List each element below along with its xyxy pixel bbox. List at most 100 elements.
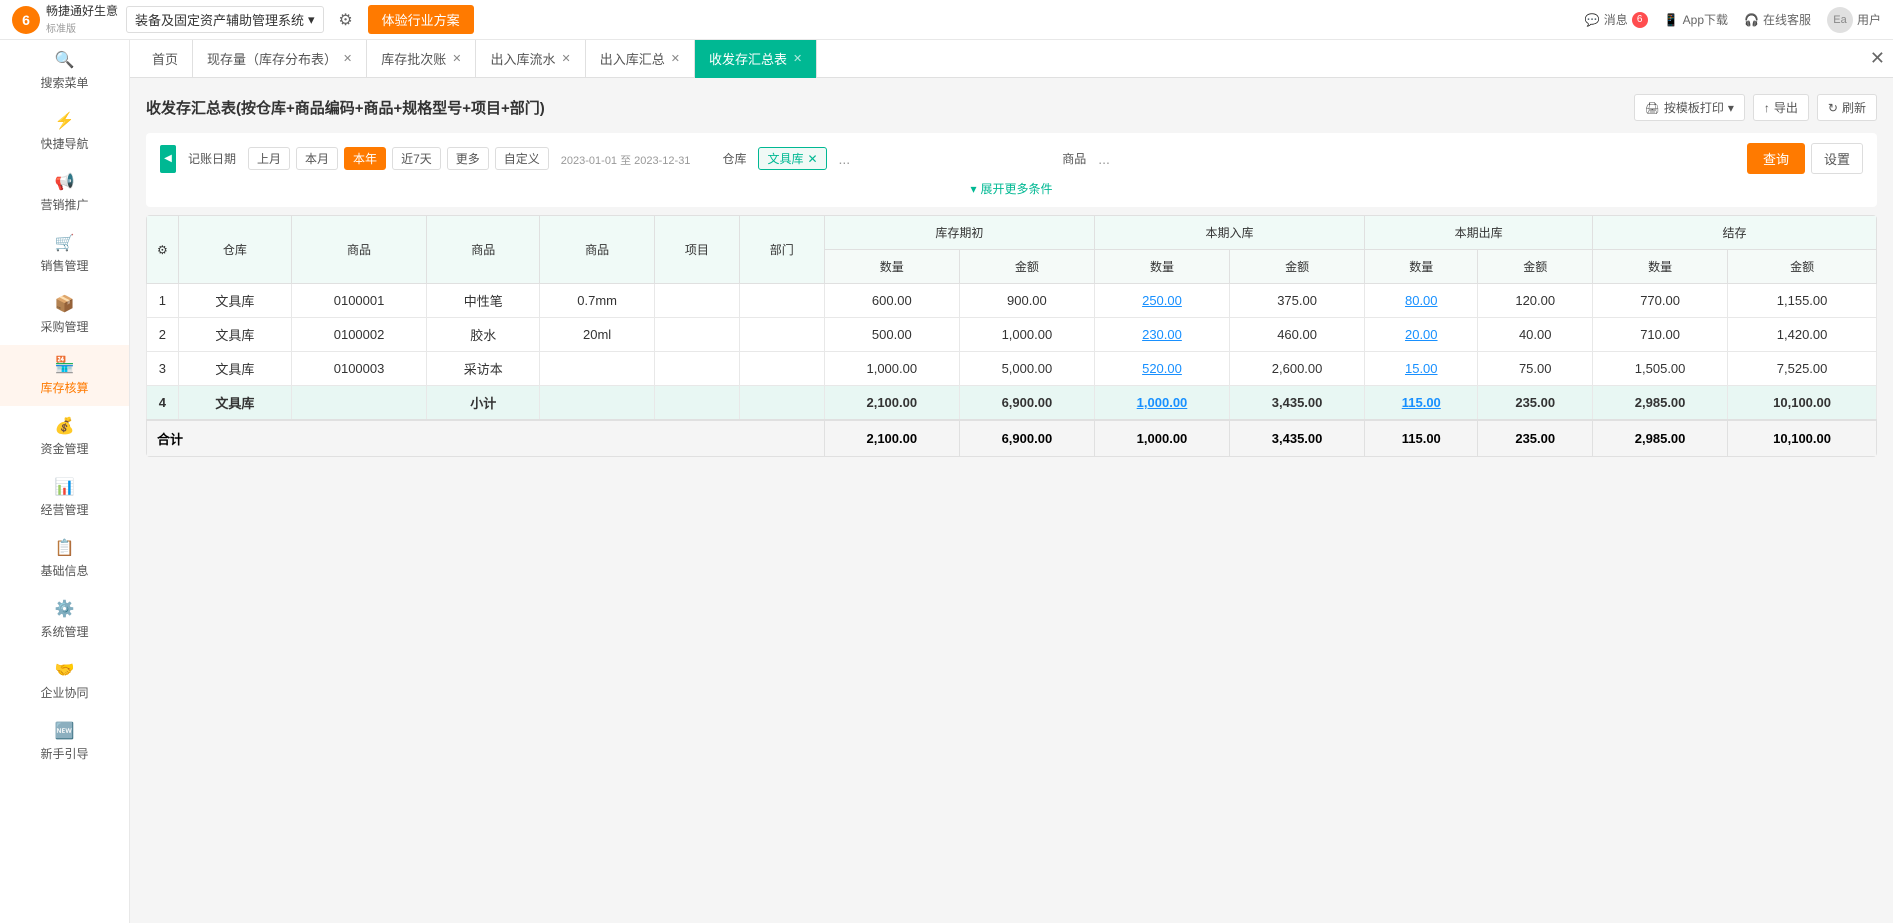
warehouse: 文具库 xyxy=(178,352,291,386)
close-qty: 1,505.00 xyxy=(1593,352,1728,386)
close-all-tabs[interactable]: ✕ xyxy=(1870,48,1885,69)
col-spec: 商品 xyxy=(540,216,655,284)
tab-close-recv[interactable]: ✕ xyxy=(793,52,802,65)
warehouse: 文具库 xyxy=(178,386,291,421)
sidebar-item-search[interactable]: 🔍 搜索菜单 xyxy=(0,40,129,101)
date-btn-custom[interactable]: 自定义 xyxy=(495,147,549,170)
date-btn-more[interactable]: 更多 xyxy=(447,147,489,170)
avatar: Ea xyxy=(1827,7,1853,33)
footer-open-qty: 2,100.00 xyxy=(824,420,959,457)
refresh-button[interactable]: ↻ 刷新 xyxy=(1817,94,1877,121)
col-group-open: 库存期初 xyxy=(824,216,1094,250)
seq: 4 xyxy=(147,386,179,421)
spec: 0.7mm xyxy=(540,284,655,318)
sidebar-item-enterprise[interactable]: 🤝 企业协同 xyxy=(0,650,129,711)
col-out-amt: 金额 xyxy=(1478,250,1593,284)
sidebar-item-quick[interactable]: ⚡ 快捷导航 xyxy=(0,101,129,162)
logo: 6 畅捷通好生意 标准版 xyxy=(12,4,118,35)
in-qty[interactable]: 1,000.00 xyxy=(1094,386,1229,421)
open-qty: 600.00 xyxy=(824,284,959,318)
sidebar-item-marketing[interactable]: 📢 营销推广 xyxy=(0,162,129,223)
out-qty[interactable]: 115.00 xyxy=(1365,386,1478,421)
warehouse-more-btn[interactable]: ... xyxy=(839,151,851,167)
phone-icon: 📱 xyxy=(1664,13,1679,27)
in-qty[interactable]: 230.00 xyxy=(1094,318,1229,352)
seq: 3 xyxy=(147,352,179,386)
date-btn-this-year[interactable]: 本年 xyxy=(344,147,386,170)
close-amt: 7,525.00 xyxy=(1728,352,1877,386)
tab-close-stock-dist[interactable]: ✕ xyxy=(343,52,352,65)
date-btn-this-month[interactable]: 本月 xyxy=(296,147,338,170)
export-button[interactable]: ↑ 导出 xyxy=(1753,94,1809,121)
quick-icon: ⚡ xyxy=(55,111,75,131)
search-button[interactable]: 查询 xyxy=(1747,143,1805,174)
footer-in-qty: 1,000.00 xyxy=(1094,420,1229,457)
user-menu[interactable]: Ea 用户 xyxy=(1827,7,1881,33)
in-qty[interactable]: 250.00 xyxy=(1094,284,1229,318)
sidebar-item-inventory[interactable]: 🏪 库存核算 xyxy=(0,345,129,406)
marketing-icon: 📢 xyxy=(55,172,75,192)
warehouse-tag[interactable]: 文具库 ✕ xyxy=(758,147,826,170)
expand-conditions-btn[interactable]: ▾ 展开更多条件 xyxy=(970,180,1052,197)
dept xyxy=(739,386,824,421)
tab-bar: 首页 现存量（库存分布表） ✕ 库存批次账 ✕ 出入库流水 ✕ 出入库汇总 ✕ xyxy=(130,40,1893,78)
code: 0100002 xyxy=(291,318,426,352)
in-amt: 460.00 xyxy=(1230,318,1365,352)
tab-stock-dist[interactable]: 现存量（库存分布表） ✕ xyxy=(193,40,367,78)
date-btn-last-month[interactable]: 上月 xyxy=(248,147,290,170)
open-qty: 2,100.00 xyxy=(824,386,959,421)
sidebar-item-purchase[interactable]: 📦 采购管理 xyxy=(0,284,129,345)
tab-recv-summary[interactable]: 收发存汇总表 ✕ xyxy=(695,40,817,78)
col-name: 商品 xyxy=(427,216,540,284)
page-title: 收发存汇总表(按仓库+商品编码+商品+规格型号+项目+部门) xyxy=(146,97,545,118)
warehouse-tag-remove[interactable]: ✕ xyxy=(807,152,817,166)
out-qty[interactable]: 20.00 xyxy=(1365,318,1478,352)
out-amt: 235.00 xyxy=(1478,386,1593,421)
in-amt: 375.00 xyxy=(1230,284,1365,318)
product-more-btn[interactable]: ... xyxy=(1098,151,1110,167)
system-name[interactable]: 装备及固定资产辅助管理系统 ▾ xyxy=(126,6,324,33)
collapse-filter-btn[interactable]: ◀ xyxy=(160,145,176,173)
trial-button[interactable]: 体验行业方案 xyxy=(368,5,474,34)
sidebar-item-system[interactable]: ⚙️ 系统管理 xyxy=(0,589,129,650)
out-qty[interactable]: 15.00 xyxy=(1365,352,1478,386)
col-dept: 部门 xyxy=(739,216,824,284)
settings-icon[interactable]: ⚙ xyxy=(332,6,360,34)
dept xyxy=(739,352,824,386)
table-row: 3文具库0100003采访本1,000.005,000.00520.002,60… xyxy=(147,352,1877,386)
print-button[interactable]: 🖨 按模板打印 ▾ xyxy=(1634,94,1745,121)
sidebar-item-finance[interactable]: 💰 资金管理 xyxy=(0,406,129,467)
in-qty[interactable]: 520.00 xyxy=(1094,352,1229,386)
online-service-btn[interactable]: 🎧 在线客服 xyxy=(1744,11,1811,28)
tab-close-batch[interactable]: ✕ xyxy=(452,52,461,65)
col-close-qty: 数量 xyxy=(1593,250,1728,284)
search-icon: 🔍 xyxy=(55,50,75,70)
tab-close-summary[interactable]: ✕ xyxy=(671,52,680,65)
sidebar-item-sales[interactable]: 🛒 销售管理 xyxy=(0,223,129,284)
sidebar-item-business[interactable]: 📊 经营管理 xyxy=(0,467,129,528)
date-btn-7days[interactable]: 近7天 xyxy=(392,147,441,170)
tab-close-flow[interactable]: ✕ xyxy=(562,52,571,65)
tab-flow[interactable]: 出入库流水 ✕ xyxy=(476,40,585,78)
logo-text: 畅捷通好生意 xyxy=(46,4,118,20)
setting-button[interactable]: 设置 xyxy=(1811,143,1863,174)
product-filter-label: 商品 xyxy=(1062,150,1086,167)
warehouse: 文具库 xyxy=(178,318,291,352)
tab-summary[interactable]: 出入库汇总 ✕ xyxy=(586,40,695,78)
table-settings-col[interactable]: ⚙ xyxy=(147,216,179,284)
out-qty[interactable]: 80.00 xyxy=(1365,284,1478,318)
tab-batch[interactable]: 库存批次账 ✕ xyxy=(367,40,476,78)
open-qty: 1,000.00 xyxy=(824,352,959,386)
print-icon: 🖨 xyxy=(1645,101,1660,115)
sidebar-item-basic[interactable]: 📋 基础信息 xyxy=(0,528,129,589)
project xyxy=(654,352,739,386)
in-amt: 2,600.00 xyxy=(1230,352,1365,386)
footer-in-amt: 3,435.00 xyxy=(1230,420,1365,457)
open-amt: 900.00 xyxy=(959,284,1094,318)
messages-btn[interactable]: 💬 消息 6 xyxy=(1585,11,1648,28)
app-download-btn[interactable]: 📱 App下载 xyxy=(1664,11,1728,28)
sidebar-item-guide[interactable]: 🆕 新手引导 xyxy=(0,711,129,772)
finance-icon: 💰 xyxy=(55,416,75,436)
tab-home[interactable]: 首页 xyxy=(138,40,193,78)
close-amt: 1,420.00 xyxy=(1728,318,1877,352)
